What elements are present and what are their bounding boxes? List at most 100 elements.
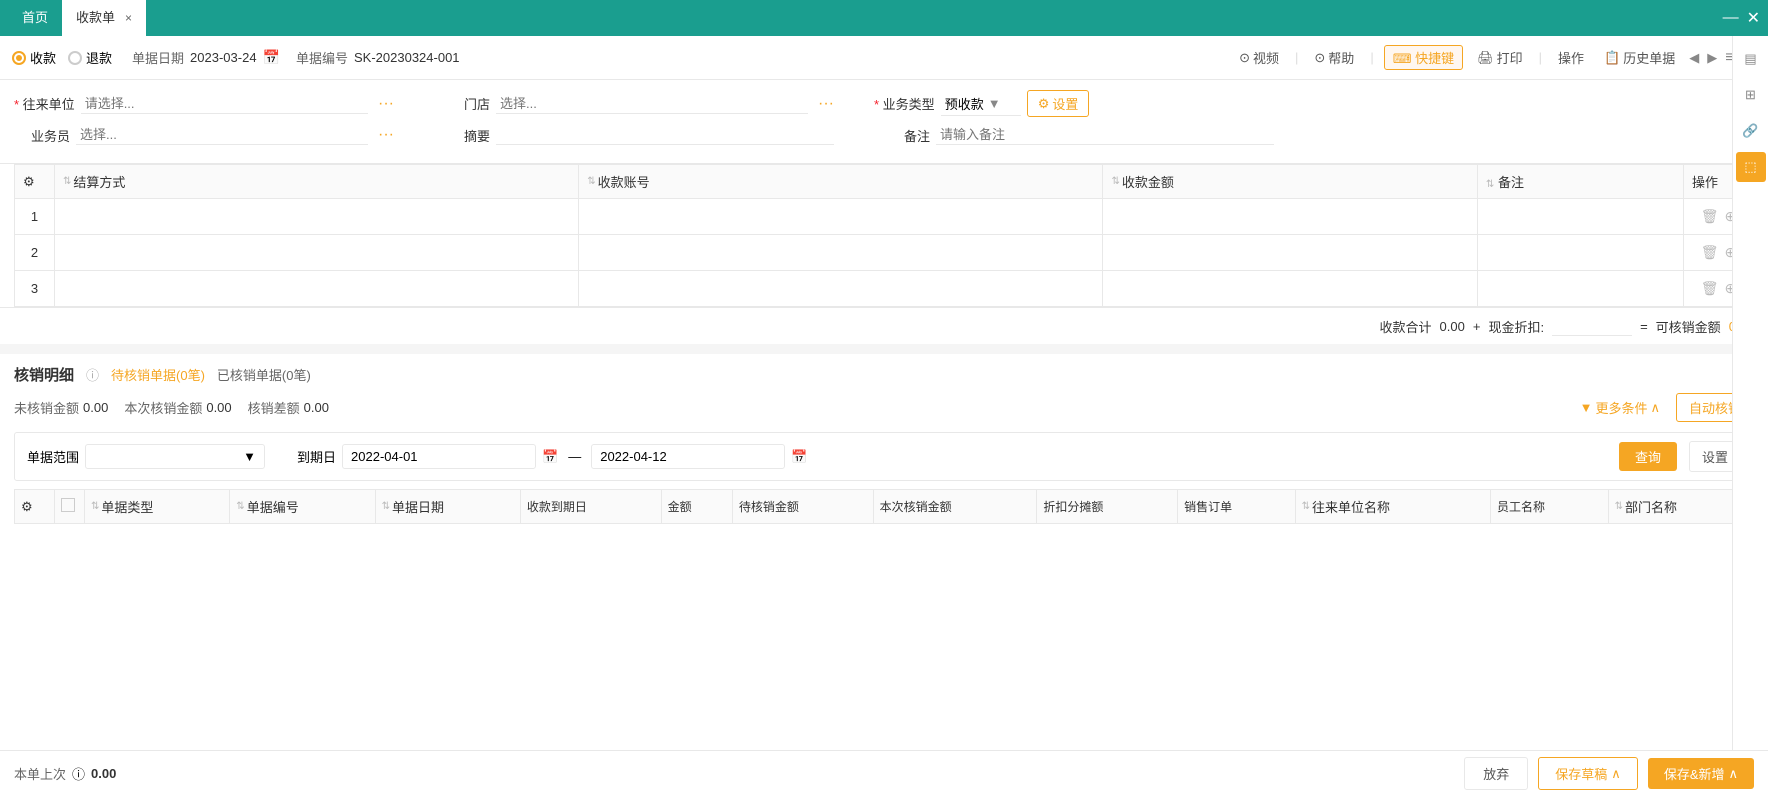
cell-amount[interactable] <box>1103 271 1477 307</box>
shortcut-btn[interactable]: ⌨ 快捷键 <box>1384 45 1463 70</box>
save-new-btn[interactable]: 保存&新增 ∧ <box>1648 758 1754 789</box>
counterpart-label: 往来单位 <box>14 94 75 113</box>
toolbar-right: ⊙ 视频 | ⊙ 帮助 | ⌨ 快捷键 🖨 打印 | 操作 📋 <box>1233 45 1756 70</box>
query-btn[interactable]: 查询 <box>1619 442 1677 471</box>
nav-prev-icon[interactable]: ◀ <box>1689 50 1699 66</box>
number-label: 单据编号 <box>296 48 348 67</box>
summary-input[interactable] <box>496 125 834 145</box>
cell-settlement[interactable] <box>55 271 579 307</box>
window-close-icon[interactable]: ✕ <box>1747 8 1760 28</box>
tab-pending-label: 待核销单据(0笔) <box>111 365 205 384</box>
sort-icon-2: ⇅ <box>587 176 595 187</box>
row-num: 3 <box>15 271 55 307</box>
range-select[interactable]: ▼ <box>85 444 265 469</box>
calendar-to-icon[interactable]: 📅 <box>791 449 807 465</box>
history-btn[interactable]: 📋 历史单据 <box>1598 46 1681 69</box>
shortcut-icon: ⌨ <box>1393 51 1412 66</box>
chevron-up-icon: ∧ <box>1650 400 1660 416</box>
cell-remark[interactable] <box>1477 271 1683 307</box>
help-icon: ⊙ <box>1314 50 1325 66</box>
print-btn[interactable]: 🖨 打印 <box>1471 46 1529 69</box>
hexiao-stats: 未核销金额 0.00 本次核销金额 0.00 核销差额 0.00 ▼ 更多条件 … <box>14 393 1754 422</box>
cell-settlement[interactable] <box>55 235 579 271</box>
bottom-col-company: ⇅ 往来单位名称 <box>1295 490 1490 524</box>
date-range-separator: — <box>568 449 581 464</box>
tab-home[interactable]: 首页 <box>8 0 62 36</box>
print-label: 打印 <box>1497 48 1523 67</box>
total-label: 收款合计 <box>1380 317 1432 336</box>
date-to-input[interactable] <box>591 444 785 469</box>
form-row-2: 业务员 ··· 摘要 备注 <box>14 125 1754 145</box>
remark-input[interactable] <box>936 125 1274 145</box>
cell-account[interactable] <box>579 235 1103 271</box>
video-icon: ⊙ <box>1239 50 1250 66</box>
row-delete-icon[interactable]: 🗑 <box>1701 244 1719 261</box>
video-btn[interactable]: ⊙ 视频 <box>1233 46 1285 69</box>
col-remark: ⇅ 备注 <box>1477 165 1683 199</box>
help-btn[interactable]: ⊙ 帮助 <box>1308 46 1360 69</box>
tab-completed[interactable]: 已核销单据(0笔) <box>217 365 311 384</box>
tab-active[interactable]: 收款单 × <box>62 0 146 36</box>
sort-icon-company: ⇅ <box>1302 501 1310 512</box>
radio-receipt-circle <box>12 51 26 65</box>
store-more-btn[interactable]: ··· <box>818 95 834 113</box>
stat-unchecked: 未核销金额 0.00 <box>14 398 108 417</box>
row-delete-icon[interactable]: 🗑 <box>1701 208 1719 225</box>
bottom-table: ⚙ ⇅ 单据类型 ⇅ 单据编号 <box>14 489 1754 524</box>
store-field: 门店 ··· <box>434 94 834 114</box>
radio-refund[interactable]: 退款 <box>68 48 112 67</box>
col-settings[interactable]: ⚙ <box>15 165 55 199</box>
tab-pending[interactable]: 待核销单据(0笔) <box>111 365 205 384</box>
save-new-arrow-icon: ∧ <box>1728 766 1738 782</box>
cell-amount[interactable] <box>1103 235 1477 271</box>
counterpart-field: 往来单位 ··· <box>14 94 394 114</box>
select-all-checkbox[interactable] <box>61 498 75 512</box>
row-delete-icon[interactable]: 🗑 <box>1701 280 1719 297</box>
counterpart-more-btn[interactable]: ··· <box>378 95 394 113</box>
hexiao-info-icon: ⓘ <box>86 365 99 384</box>
bottom-col-doc-date: ⇅ 单据日期 <box>375 490 520 524</box>
link-icon: 🔗 <box>1742 123 1758 139</box>
calendar-icon[interactable]: 📅 <box>263 49 280 66</box>
operation-btn[interactable]: 操作 <box>1552 46 1590 69</box>
table-row: 1 🗑 ⊕ <box>15 199 1754 235</box>
staff-more-btn[interactable]: ··· <box>378 126 394 144</box>
bottom-col-settings[interactable]: ⚙ <box>15 490 55 524</box>
sidebar-screenshot-icon[interactable]: ⬚ <box>1736 152 1766 182</box>
diff-label: 核销差额 <box>248 398 300 417</box>
available-label: 可核销金额 <box>1656 317 1721 336</box>
sidebar-table-icon[interactable]: ▤ <box>1736 44 1766 74</box>
calendar-from-icon[interactable]: 📅 <box>542 449 558 465</box>
discount-input[interactable] <box>1552 316 1632 336</box>
date-from-input[interactable] <box>342 444 536 469</box>
sidebar-grid-icon[interactable]: ⊞ <box>1736 80 1766 110</box>
form-row-1: 往来单位 ··· 门店 ··· 业务类型 预收款 ▼ ⚙ 设置 <box>14 90 1754 117</box>
window-minimize-icon[interactable]: — <box>1723 9 1739 27</box>
counterpart-input[interactable] <box>81 94 368 114</box>
footer-label: 本单上次 <box>14 764 66 783</box>
sort-icon-3: ⇅ <box>1111 176 1119 187</box>
radio-receipt[interactable]: 收款 <box>12 48 56 67</box>
cell-account[interactable] <box>579 271 1103 307</box>
abandon-btn[interactable]: 放弃 <box>1464 757 1528 790</box>
cell-amount[interactable] <box>1103 199 1477 235</box>
biz-type-select[interactable]: 预收款 ▼ <box>941 92 1021 116</box>
settings-btn[interactable]: ⚙ 设置 <box>1027 90 1090 117</box>
store-input[interactable] <box>496 94 808 114</box>
sep1: | <box>1295 50 1298 65</box>
staff-input[interactable] <box>76 125 368 145</box>
cell-settlement[interactable] <box>55 199 579 235</box>
save-draft-btn[interactable]: 保存草稿 ∧ <box>1538 757 1638 790</box>
more-conditions-btn[interactable]: ▼ 更多条件 ∧ <box>1580 398 1660 417</box>
bottom-table-header: ⚙ ⇅ 单据类型 ⇅ 单据编号 <box>15 490 1754 524</box>
cell-remark[interactable] <box>1477 235 1683 271</box>
cell-remark[interactable] <box>1477 199 1683 235</box>
cell-account[interactable] <box>579 199 1103 235</box>
row-num: 1 <box>15 199 55 235</box>
unchecked-label: 未核销金额 <box>14 398 79 417</box>
sidebar-link-icon[interactable]: 🔗 <box>1736 116 1766 146</box>
summary-row: 收款合计 0.00 + 现金折扣: = 可核销金额 0.00 <box>0 307 1768 344</box>
tab-close-btn[interactable]: × <box>125 0 132 36</box>
due-date-label: 到期日 <box>297 447 336 466</box>
nav-next-icon[interactable]: ▶ <box>1707 50 1717 66</box>
